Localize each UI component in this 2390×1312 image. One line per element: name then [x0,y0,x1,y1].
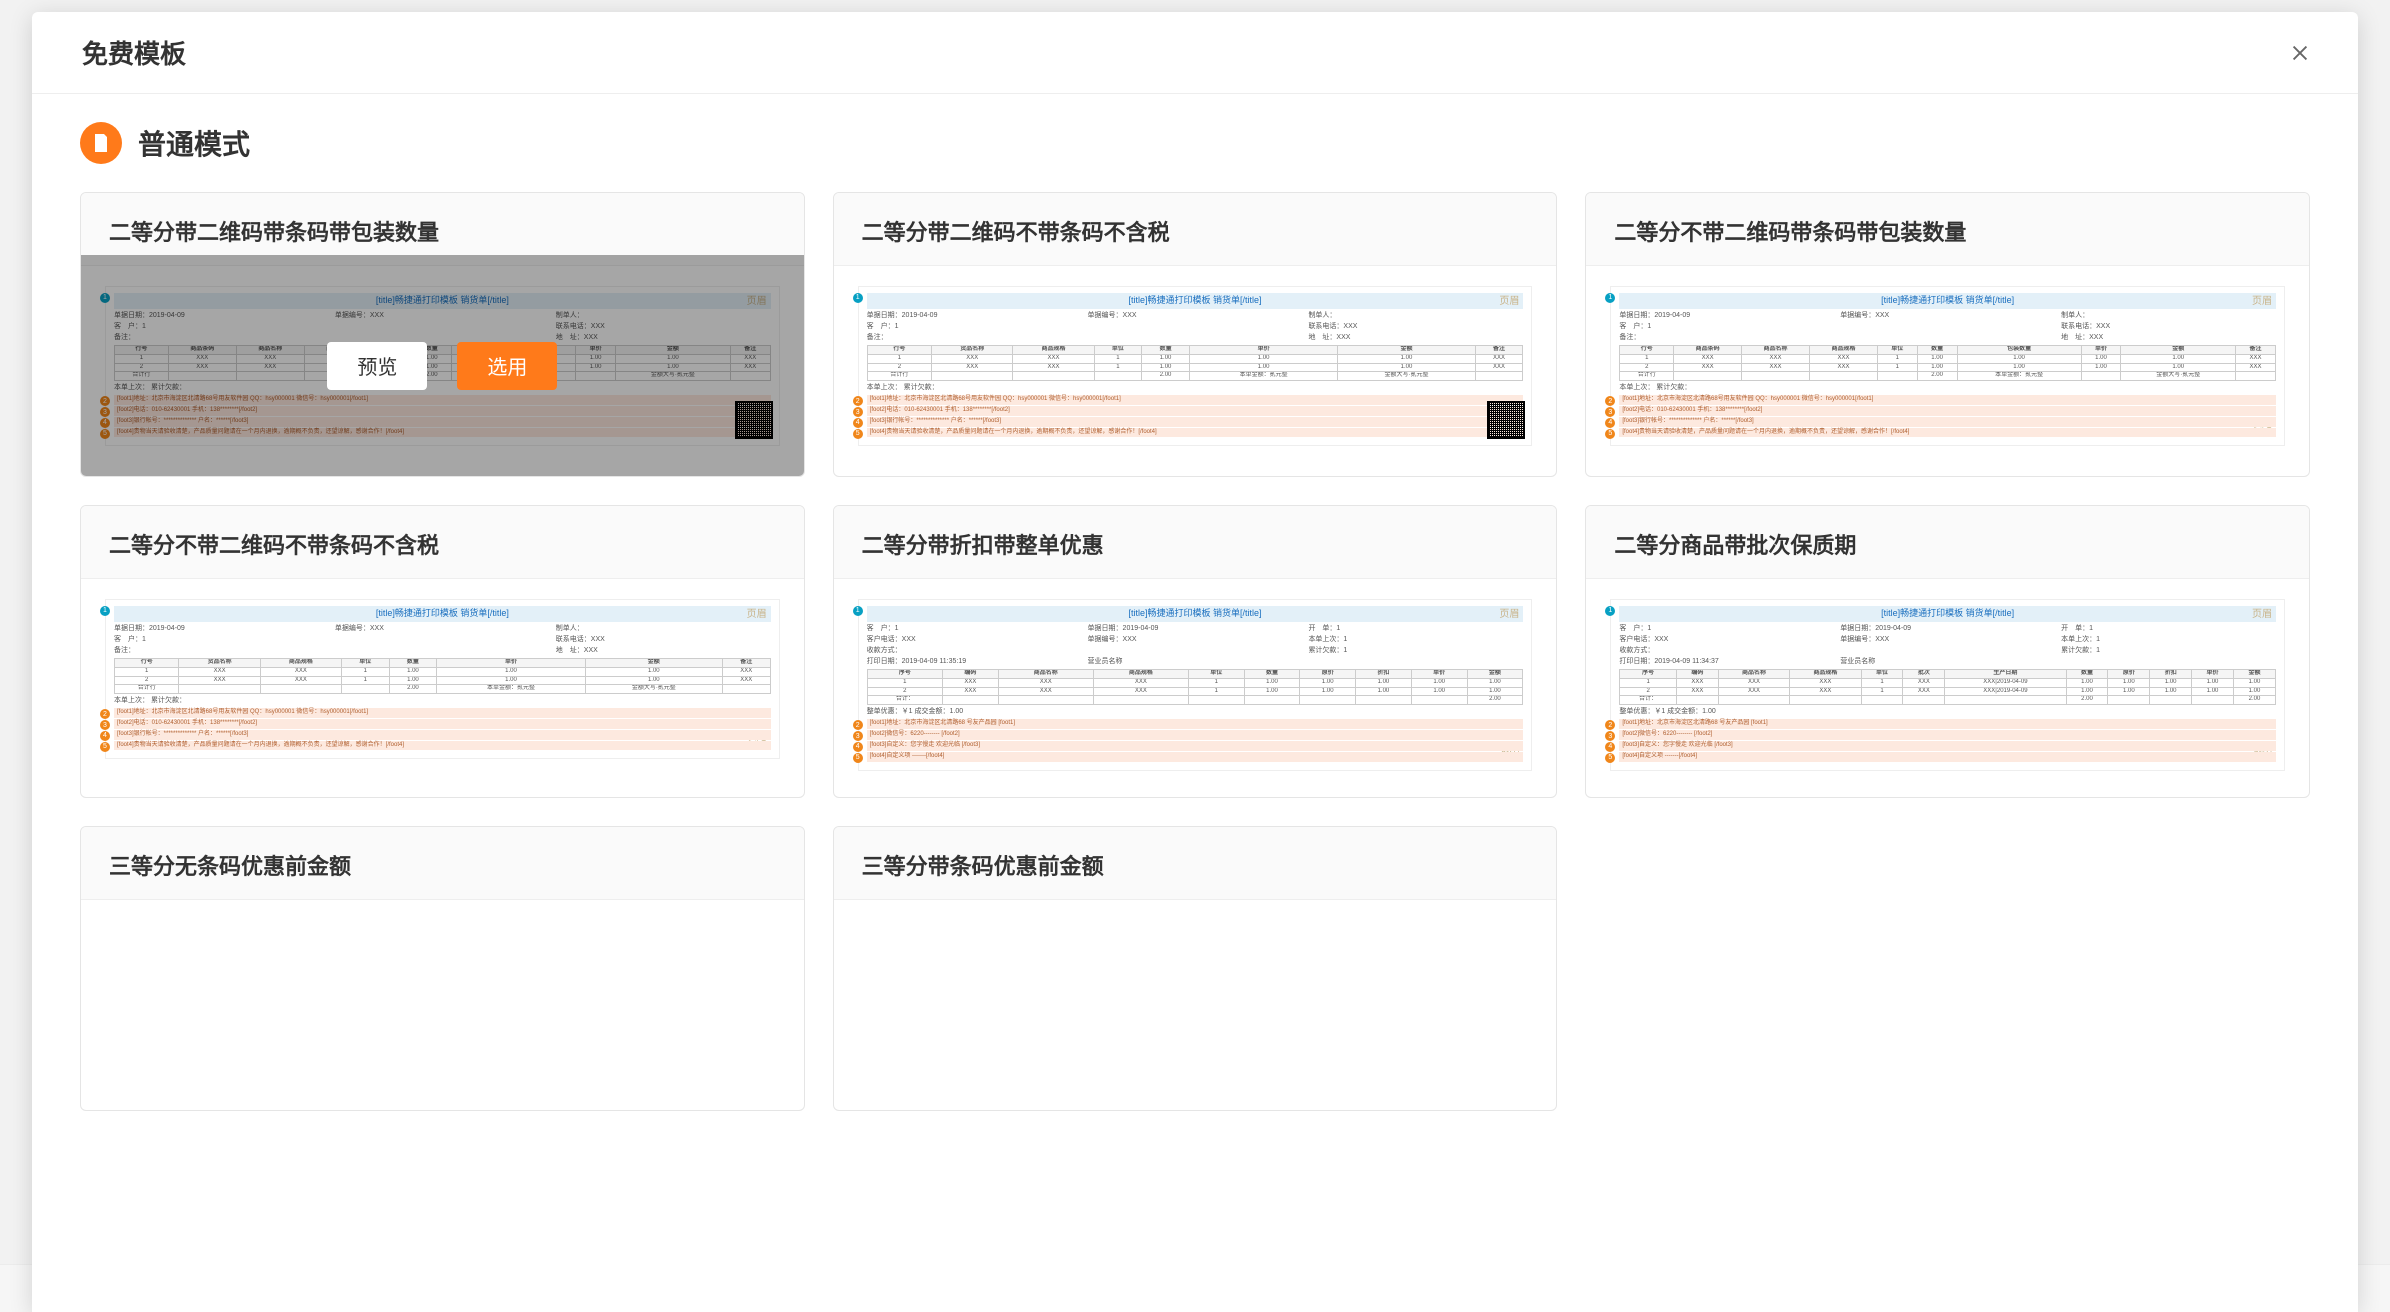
template-card-body [834,900,1557,1110]
template-preview: 1[title]畅捷通打印模板 销货单[/title]页眉单据日期：2019-0… [105,599,780,759]
template-card-body: 1[title]畅捷通打印模板 销货单[/title]页眉单据日期：2019-0… [1586,266,2309,476]
template-preview: 1[title]畅捷通打印模板 销货单[/title]页眉客 户：1单据日期：2… [858,599,1533,771]
close-icon [2289,42,2311,64]
template-card-title: 二等分带折扣带整单优惠 [834,506,1557,579]
template-card-title: 二等分不带二维码带条码带包装数量 [1586,193,2309,266]
template-card-body: 1[title]畅捷通打印模板 销货单[/title]页眉客 户：1单据日期：2… [1586,579,2309,797]
template-card-title: 二等分带二维码不带条码不含税 [834,193,1557,266]
template-card[interactable]: 二等分带二维码带条码带包装数量1[title]畅捷通打印模板 销货单[/titl… [80,192,805,477]
template-card-title: 三等分无条码优惠前金额 [81,827,804,900]
template-card[interactable]: 三等分无条码优惠前金额预览选用 [80,826,805,1111]
template-preview: 1[title]畅捷通打印模板 销货单[/title]页眉客 户：1单据日期：2… [1610,599,2285,771]
template-card[interactable]: 二等分带二维码不带条码不含税 1[title]畅捷通打印模板 销货单[/title… [833,192,1558,477]
template-grid: 二等分带二维码带条码带包装数量1[title]畅捷通打印模板 销货单[/titl… [80,192,2310,1111]
template-hover-overlay: 预览选用 [81,255,804,476]
template-card[interactable]: 二等分不带二维码不带条码不含税 1[title]畅捷通打印模板 销货单[/titl… [80,505,805,798]
template-card-body: 1[title]畅捷通打印模板 销货单[/title]页眉单据日期：2019-0… [81,579,804,797]
select-button[interactable]: 选用 [457,342,557,390]
modal-header: 免费模板 [32,12,2358,94]
template-preview: 1[title]畅捷通打印模板 销货单[/title]页眉单据日期：2019-0… [858,286,1533,446]
section-title: 普通模式 [138,123,250,163]
template-card-title: 三等分带条码优惠前金额 [834,827,1557,900]
template-preview: 1[title]畅捷通打印模板 销货单[/title]页眉单据日期：2019-0… [1610,286,2285,446]
template-card[interactable]: 二等分商品带批次保质期 1[title]畅捷通打印模板 销货单[/title]页眉… [1585,505,2310,798]
template-card[interactable]: 三等分带条码优惠前金额预览选用 [833,826,1558,1111]
modal-title: 免费模板 [82,34,186,71]
template-card-title: 二等分商品带批次保质期 [1586,506,2309,579]
preview-button[interactable]: 预览 [327,342,427,390]
template-modal: 免费模板 普通模式 二等分带二维码带条码带包装数量1[title]畅捷通打印模板… [32,12,2358,1312]
close-button[interactable] [2282,35,2318,71]
modal-body[interactable]: 普通模式 二等分带二维码带条码带包装数量1[title]畅捷通打印模板 销货单[… [32,94,2358,1312]
section-icon [80,122,122,164]
document-icon [89,131,113,155]
template-card[interactable]: 二等分不带二维码带条码带包装数量 1[title]畅捷通打印模板 销货单[/tit… [1585,192,2310,477]
template-card-title: 二等分不带二维码不带条码不含税 [81,506,804,579]
template-card-body [81,900,804,1110]
template-card-body: 1[title]畅捷通打印模板 销货单[/title]页眉客 户：1单据日期：2… [834,579,1557,797]
section-header: 普通模式 [80,122,2310,164]
template-card-body: 1[title]畅捷通打印模板 销货单[/title]页眉单据日期：2019-0… [834,266,1557,476]
template-card[interactable]: 二等分带折扣带整单优惠 1[title]畅捷通打印模板 销货单[/title]页眉… [833,505,1558,798]
qr-code-icon [1487,401,1525,439]
